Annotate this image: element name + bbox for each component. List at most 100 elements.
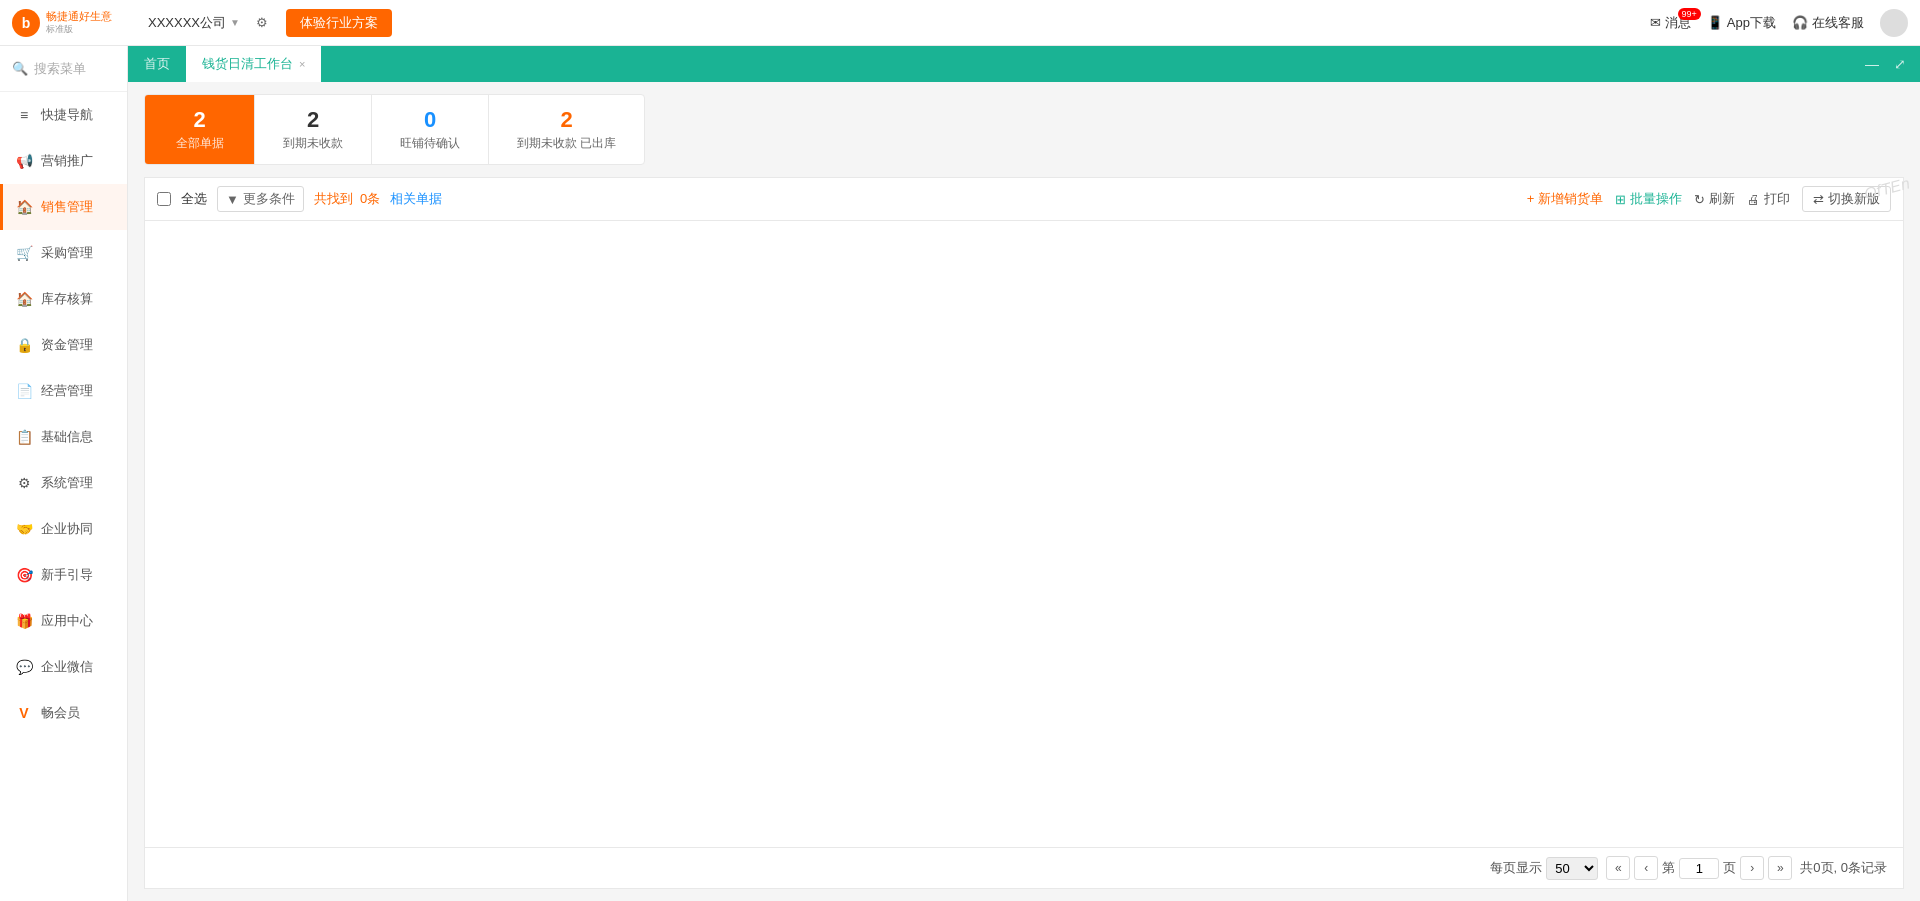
sidebar-item-label: 销售管理: [41, 198, 93, 216]
related-docs-link[interactable]: 相关单据: [390, 190, 442, 208]
print-label: 打印: [1764, 190, 1790, 208]
maximize-icon[interactable]: ⤢: [1890, 54, 1910, 74]
switch-new-button[interactable]: ⇄ 切换新版: [1802, 186, 1891, 212]
table-area: [144, 220, 1904, 848]
online-service-button[interactable]: 🎧 在线客服: [1792, 14, 1864, 32]
app-name: 畅捷通好生意: [46, 9, 112, 23]
messages-badge: 99+: [1678, 8, 1701, 20]
stat-card-overdue[interactable]: 2 到期未收款: [255, 95, 372, 164]
print-button[interactable]: 🖨 打印: [1747, 190, 1790, 208]
app-download-button[interactable]: 📱 App下载: [1707, 14, 1776, 32]
sidebar-search[interactable]: 🔍 搜索菜单: [0, 46, 127, 92]
minimize-icon[interactable]: —: [1862, 54, 1882, 74]
batch-icon: ⊞: [1615, 192, 1626, 207]
sidebar-item-base-info[interactable]: 📋 基础信息: [0, 414, 127, 460]
app-center-icon: 🎁: [15, 612, 33, 630]
sidebar-item-label: 系统管理: [41, 474, 93, 492]
first-page-button[interactable]: «: [1606, 856, 1630, 880]
member-icon: V: [15, 704, 33, 722]
empty-state: [145, 221, 1903, 621]
company-name: XXXXXX公司: [148, 14, 226, 32]
marketing-icon: 📢: [15, 152, 33, 170]
search-icon: 🔍: [12, 61, 28, 76]
wechat-icon: 💬: [15, 658, 33, 676]
quick-nav-icon: ≡: [15, 106, 33, 124]
stat-label-all: 全部单据: [173, 135, 226, 152]
sidebar-item-inventory[interactable]: 🏠 库存核算: [0, 276, 127, 322]
sidebar-item-sales[interactable]: 🏠 销售管理: [0, 184, 127, 230]
sys-manage-icon: ⚙: [15, 474, 33, 492]
last-page-button[interactable]: »: [1768, 856, 1792, 880]
stat-label-wangpu: 旺铺待确认: [400, 135, 460, 152]
company-selector[interactable]: XXXXXX公司 ▼: [148, 14, 240, 32]
operation-icon: 📄: [15, 382, 33, 400]
stat-num-shipped: 2: [517, 107, 616, 133]
enterprise-icon: 🤝: [15, 520, 33, 538]
sidebar-item-label: 经营管理: [41, 382, 93, 400]
batch-ops-label: 批量操作: [1630, 190, 1682, 208]
page-number-input[interactable]: [1679, 858, 1719, 879]
sidebar-item-guide[interactable]: 🎯 新手引导: [0, 552, 127, 598]
mobile-icon: 📱: [1707, 15, 1723, 30]
batch-ops-button[interactable]: ⊞ 批量操作: [1615, 190, 1682, 208]
gear-icon: ⚙: [256, 15, 268, 30]
settings-button[interactable]: ⚙: [248, 9, 276, 37]
found-count-text: 共找到 0条: [314, 190, 380, 208]
next-page-button[interactable]: ›: [1740, 856, 1764, 880]
stat-card-wangpu[interactable]: 0 旺铺待确认: [372, 95, 489, 164]
per-page-select-input[interactable]: 50 10 20 100: [1546, 857, 1598, 880]
print-icon: 🖨: [1747, 192, 1760, 207]
search-menu-label: 搜索菜单: [34, 60, 86, 78]
trial-button[interactable]: 体验行业方案: [286, 9, 392, 37]
user-avatar[interactable]: [1880, 9, 1908, 37]
stat-num-wangpu: 0: [400, 107, 460, 133]
stat-cards: 2 全部单据 2 到期未收款 0 旺铺待确认 2 到期未收款 已出库: [144, 94, 645, 165]
refresh-label: 刷新: [1709, 190, 1735, 208]
total-records-label: 共0页, 0条记录: [1800, 859, 1887, 877]
tab-close-icon[interactable]: ×: [299, 58, 305, 70]
stat-num-overdue: 2: [283, 107, 343, 133]
stat-card-shipped[interactable]: 2 到期未收款 已出库: [489, 95, 644, 164]
main-content: 2 全部单据 2 到期未收款 0 旺铺待确认 2 到期未收款 已出库 全选: [128, 82, 1920, 901]
sidebar: 🔍 搜索菜单 ≡ 快捷导航 📢 营销推广 🏠 销售管理 🛒 采购管理 🏠 库存核…: [0, 46, 128, 901]
more-filters-label: 更多条件: [243, 190, 295, 208]
finance-icon: 🔒: [15, 336, 33, 354]
guide-icon: 🎯: [15, 566, 33, 584]
sidebar-item-label: 企业协同: [41, 520, 93, 538]
sidebar-item-label: 畅会员: [41, 704, 80, 722]
sidebar-item-operation[interactable]: 📄 经营管理: [0, 368, 127, 414]
more-filters-button[interactable]: ▼ 更多条件: [217, 186, 304, 212]
sidebar-item-wechat[interactable]: 💬 企业微信: [0, 644, 127, 690]
purchase-icon: 🛒: [15, 244, 33, 262]
messages-button[interactable]: ✉ 消息 99+: [1650, 14, 1691, 32]
sidebar-item-label: 资金管理: [41, 336, 93, 354]
app-badge: 标准版: [46, 23, 112, 36]
select-all-checkbox[interactable]: [157, 192, 171, 206]
sidebar-item-label: 营销推广: [41, 152, 93, 170]
stat-num-all: 2: [173, 107, 226, 133]
prev-page-button[interactable]: ‹: [1634, 856, 1658, 880]
online-service-label: 在线客服: [1812, 14, 1864, 32]
sidebar-item-marketing[interactable]: 📢 营销推广: [0, 138, 127, 184]
sidebar-item-app-center[interactable]: 🎁 应用中心: [0, 598, 127, 644]
tab-active[interactable]: 钱货日清工作台 ×: [186, 46, 321, 82]
page-nav: « ‹ 第 页 › »: [1606, 856, 1792, 880]
sidebar-item-member[interactable]: V 畅会员: [0, 690, 127, 736]
sidebar-item-finance[interactable]: 🔒 资金管理: [0, 322, 127, 368]
select-all-label: 全选: [181, 190, 207, 208]
sidebar-item-sys-manage[interactable]: ⚙ 系统管理: [0, 460, 127, 506]
sidebar-item-purchase[interactable]: 🛒 采购管理: [0, 230, 127, 276]
headset-icon: 🎧: [1792, 15, 1808, 30]
sales-icon: 🏠: [15, 198, 33, 216]
sidebar-item-enterprise[interactable]: 🤝 企业协同: [0, 506, 127, 552]
switch-icon: ⇄: [1813, 192, 1824, 207]
page-prefix-label: 第: [1662, 859, 1675, 877]
tab-window-controls: — ⤢: [1862, 54, 1920, 74]
tab-home[interactable]: 首页: [128, 46, 186, 82]
sidebar-item-quick-nav[interactable]: ≡ 快捷导航: [0, 92, 127, 138]
refresh-button[interactable]: ↻ 刷新: [1694, 190, 1735, 208]
header-right: ✉ 消息 99+ 📱 App下载 🎧 在线客服: [1650, 9, 1908, 37]
new-sale-button[interactable]: + 新增销货单: [1527, 190, 1603, 208]
logo-area: b 畅捷通好生意 标准版: [12, 9, 140, 37]
stat-card-all[interactable]: 2 全部单据: [145, 95, 255, 164]
